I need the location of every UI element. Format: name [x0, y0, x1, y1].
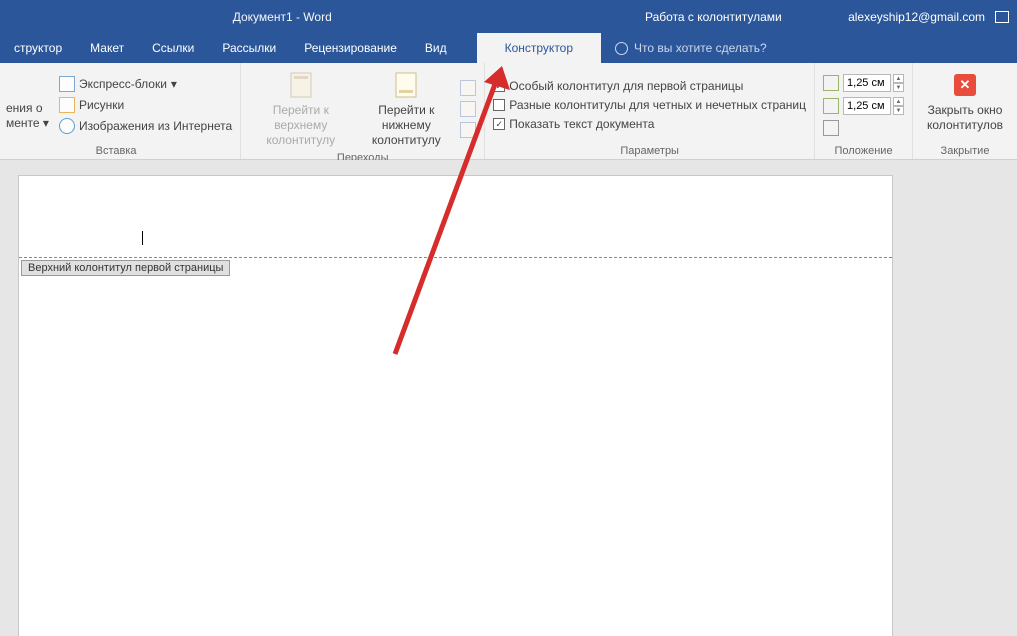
checkbox-icon — [493, 99, 505, 111]
insert-alignment-tab-button[interactable] — [823, 119, 904, 137]
different-odd-even-checkbox[interactable]: Разные колонтитулы для четных и нечетных… — [493, 97, 806, 113]
tell-me-search[interactable]: Что вы хотите сделать? — [601, 33, 767, 63]
tab-references[interactable]: Ссылки — [138, 33, 208, 63]
tab-layout[interactable]: Макет — [76, 33, 138, 63]
tabs-bar: структор Макет Ссылки Рассылки Рецензиро… — [0, 33, 1017, 63]
tab-view[interactable]: Вид — [411, 33, 461, 63]
header-top-value[interactable] — [843, 74, 891, 92]
spin-down[interactable]: ▼ — [893, 83, 904, 92]
tab-mailings[interactable]: Рассылки — [208, 33, 290, 63]
go-to-footer-button[interactable]: Перейти к нижнему колонтитулу — [356, 67, 456, 150]
pictures-button[interactable]: Рисунки — [59, 96, 232, 114]
document-workspace[interactable]: Верхний колонтитул первой страницы — [0, 160, 1017, 636]
position-group-label: Положение — [823, 143, 904, 157]
doc-info-button[interactable]: ения о менте ▾ — [0, 67, 55, 143]
pictures-label: Рисунки — [79, 98, 124, 112]
header-area[interactable] — [19, 176, 892, 258]
ribbon-group-options: Особый колонтитул для первой страницы Ра… — [485, 63, 815, 159]
close-l1: Закрыть окно — [928, 103, 1003, 118]
tab-header-footer-design[interactable]: Конструктор — [477, 33, 601, 63]
tell-me-placeholder: Что вы хотите сделать? — [634, 41, 767, 55]
show-document-text-checkbox[interactable]: Показать текст документа — [493, 116, 806, 132]
footer-from-bottom[interactable]: ▲▼ — [823, 96, 904, 116]
doc-info-l1: ения о — [6, 101, 43, 116]
go-to-header-l1: Перейти к верхнему — [255, 103, 346, 133]
spin-up[interactable]: ▲ — [893, 97, 904, 106]
doc-info-l2: менте — [6, 116, 40, 130]
spin-down[interactable]: ▼ — [893, 106, 904, 115]
ribbon-group-close: ✕ Закрыть окно колонтитулов Закрытие — [913, 63, 1017, 159]
ribbon-group-position: ▲▼ ▲▼ Положение — [815, 63, 913, 159]
close-header-footer-button[interactable]: ✕ Закрыть окно колонтитулов — [921, 67, 1009, 143]
checkbox-icon — [493, 118, 505, 130]
footer-distance-icon — [823, 98, 839, 114]
nav-link-aux — [460, 121, 476, 139]
tool-context-label: Работа с колонтитулами — [645, 10, 782, 24]
nav-aux-icon2 — [460, 101, 476, 117]
footer-bottom-value[interactable] — [843, 97, 891, 115]
text-cursor — [142, 231, 143, 245]
ribbon: ения о менте ▾ Экспресс-блоки ▾ Рисунки … — [0, 63, 1017, 160]
ribbon-group-insert: ения о менте ▾ Экспресс-блоки ▾ Рисунки … — [0, 63, 241, 159]
close-group-label: Закрытие — [921, 143, 1009, 157]
user-email[interactable]: alexeyship12@gmail.com — [848, 10, 985, 24]
different-odd-even-label: Разные колонтитулы для четных и нечетных… — [509, 98, 806, 112]
pictures-icon — [59, 97, 75, 113]
nav-aux-icon1 — [460, 80, 476, 96]
ribbon-options-icon[interactable] — [995, 11, 1009, 23]
close-icon: ✕ — [954, 74, 976, 96]
tab-review[interactable]: Рецензирование — [290, 33, 411, 63]
header-distance-icon — [823, 75, 839, 91]
checkbox-icon — [493, 80, 505, 92]
page[interactable]: Верхний колонтитул первой страницы — [18, 175, 893, 636]
go-to-footer-l2: колонтитулу — [372, 133, 441, 148]
online-pictures-icon — [59, 118, 75, 134]
nav-next-aux — [460, 100, 476, 118]
ribbon-group-navigation: Перейти к верхнему колонтитулу Перейти к… — [241, 63, 485, 159]
nav-aux-icon3 — [460, 122, 476, 138]
online-pictures-label: Изображения из Интернета — [79, 119, 232, 133]
doc-title: Документ1 - Word — [233, 10, 332, 24]
go-to-footer-l1: Перейти к нижнему — [362, 103, 450, 133]
different-first-page-checkbox[interactable]: Особый колонтитул для первой страницы — [493, 78, 806, 94]
lightbulb-icon — [615, 42, 628, 55]
quick-parts-icon — [59, 76, 75, 92]
title-bar: Документ1 - Word Работа с колонтитулами … — [0, 0, 1017, 33]
different-first-page-label: Особый колонтитул для первой страницы — [509, 79, 743, 93]
quick-parts-button[interactable]: Экспресс-блоки ▾ — [59, 75, 232, 93]
insert-group-label: Вставка — [0, 143, 232, 157]
contextual-tool-title: Работа с колонтитулами — [625, 0, 802, 33]
nav-prev-aux — [460, 79, 476, 97]
options-group-label: Параметры — [493, 143, 806, 157]
close-l2: колонтитулов — [927, 118, 1003, 133]
window-title: Документ1 - Word — [0, 10, 525, 24]
show-document-text-label: Показать текст документа — [509, 117, 654, 131]
spin-up[interactable]: ▲ — [893, 74, 904, 83]
go-to-header-button: Перейти к верхнему колонтитулу — [249, 67, 352, 150]
tab-designer-trunc[interactable]: структор — [0, 33, 76, 63]
header-from-top[interactable]: ▲▼ — [823, 73, 904, 93]
header-tag: Верхний колонтитул первой страницы — [21, 260, 230, 276]
go-to-header-l2: колонтитулу — [266, 133, 335, 148]
online-pictures-button[interactable]: Изображения из Интернета — [59, 117, 232, 135]
alignment-tab-icon — [823, 120, 839, 136]
quick-parts-label: Экспресс-блоки — [79, 77, 167, 91]
